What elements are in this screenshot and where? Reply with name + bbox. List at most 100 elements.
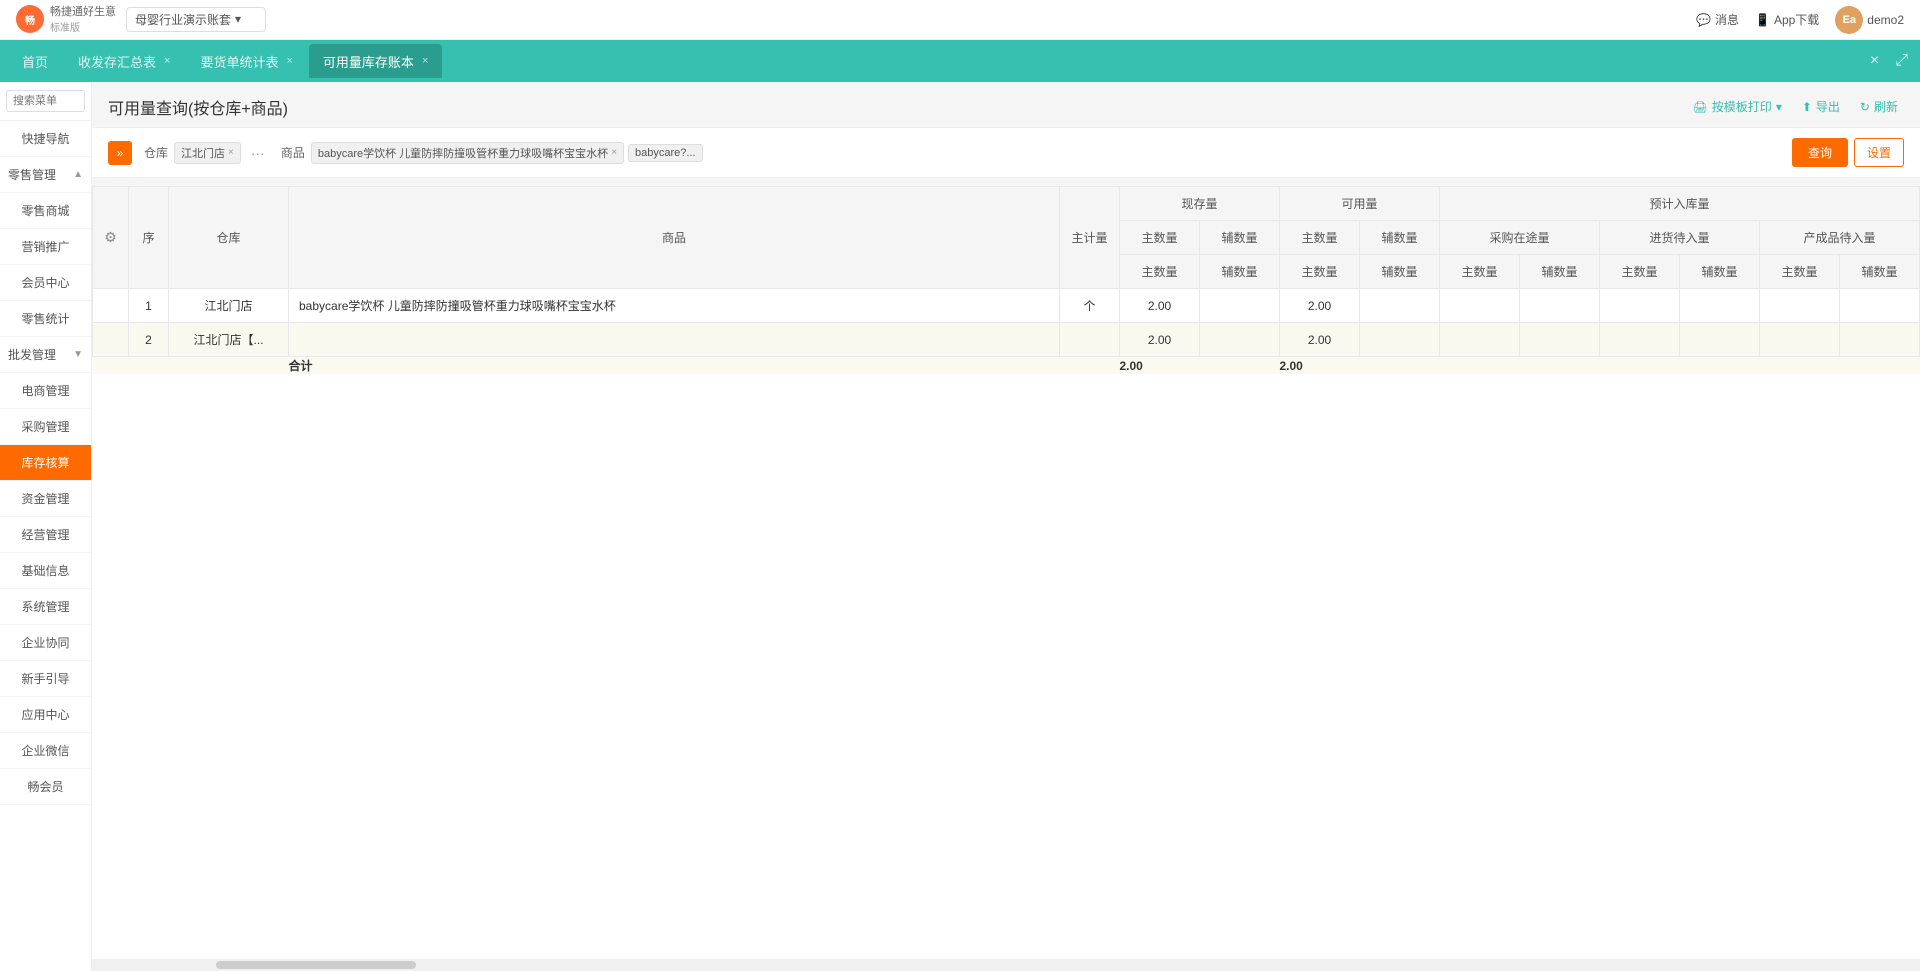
sidebar-item-retail-mgmt[interactable]: 零售管理 ▲ bbox=[0, 157, 91, 193]
sidebar: 快捷导航 零售管理 ▲ 零售商城 营销推广 会员中心 零售统计 批发管理 ▼ 电… bbox=[0, 82, 92, 971]
settings-button[interactable]: 设置 bbox=[1854, 138, 1904, 167]
refresh-icon: ↻ bbox=[1860, 100, 1870, 114]
warehouse-tag-close[interactable]: × bbox=[228, 147, 234, 158]
filter-more-btn[interactable]: ··· bbox=[247, 145, 269, 161]
th-avail-main-qty-2: 主数量 bbox=[1280, 255, 1360, 289]
sidebar-item-enterprise-wx[interactable]: 企业微信 bbox=[0, 733, 91, 769]
logo-text: 畅捷通好生意 标准版 bbox=[50, 5, 116, 34]
tab-order-stat[interactable]: 要货单统计表 × bbox=[186, 44, 306, 78]
page-actions: 🖨 按模板打印 ▾ ⬆ 导出 ↻ 刷新 bbox=[1687, 94, 1904, 119]
message-icon: 💬 bbox=[1696, 13, 1711, 27]
sidebar-item-marketing[interactable]: 营销推广 bbox=[0, 229, 91, 265]
chevron-down-icon: ▾ bbox=[1776, 100, 1782, 114]
th-stock-aux-qty: 辅数量 bbox=[1200, 221, 1280, 255]
app-download-btn[interactable]: 📱 App下载 bbox=[1755, 11, 1819, 28]
close-all-btn[interactable]: × bbox=[1866, 48, 1883, 74]
th-current-stock: 现存量 bbox=[1120, 187, 1280, 221]
table-container: ⚙ 序 仓库 商品 主计量 bbox=[92, 186, 1920, 959]
th-main-unit: 主计量 bbox=[1060, 187, 1120, 289]
row-production-pending-main bbox=[1760, 289, 1840, 323]
tab-available-stock-close[interactable]: × bbox=[422, 55, 428, 67]
sidebar-item-ecommerce[interactable]: 电商管理 bbox=[0, 373, 91, 409]
header-right: 💬 消息 📱 App下载 Ea demo2 bbox=[1696, 6, 1904, 34]
filter-expand-btn[interactable]: » bbox=[108, 141, 132, 165]
sidebar-item-wholesale-mgmt[interactable]: 批发管理 ▼ bbox=[0, 337, 91, 373]
filter-product-group: 商品 babycare学饮杯 儿童防摔防撞吸管杯重力球吸嘴杯宝宝水杯 × bab… bbox=[281, 142, 703, 164]
expand-btn[interactable]: ⤢ bbox=[1891, 48, 1912, 74]
sidebar-item-retail-mall[interactable]: 零售商城 bbox=[0, 193, 91, 229]
th-purchase-pending-aux: 辅数量 bbox=[1680, 255, 1760, 289]
user-area[interactable]: Ea demo2 bbox=[1835, 6, 1904, 34]
sidebar-item-enterprise[interactable]: 企业协同 bbox=[0, 625, 91, 661]
main-layout: 快捷导航 零售管理 ▲ 零售商城 营销推广 会员中心 零售统计 批发管理 ▼ 电… bbox=[0, 82, 1920, 971]
sidebar-item-basic-info[interactable]: 基础信息 bbox=[0, 553, 91, 589]
row-unit: 个 bbox=[1060, 289, 1120, 323]
th-purchase-transit-main: 主数量 bbox=[1440, 255, 1520, 289]
product-tag-0-close[interactable]: × bbox=[611, 147, 617, 158]
sidebar-item-finance[interactable]: 资金管理 bbox=[0, 481, 91, 517]
row-available-main: 2.00 bbox=[1280, 289, 1360, 323]
top-header: 畅 畅捷通好生意 标准版 母婴行业演示账套 ▾ 💬 消息 📱 App下载 Ea … bbox=[0, 0, 1920, 40]
row-stock-aux bbox=[1200, 289, 1280, 323]
row-available-aux bbox=[1360, 289, 1440, 323]
content-area: 可用量查询(按仓库+商品) 🖨 按模板打印 ▾ ⬆ 导出 ↻ 刷新 bbox=[92, 82, 1920, 971]
warehouse-tag-0[interactable]: 江北门店 × bbox=[174, 142, 241, 164]
refresh-btn[interactable]: ↻ 刷新 bbox=[1854, 94, 1904, 119]
gear-icon[interactable]: ⚙ bbox=[104, 229, 117, 245]
print-btn[interactable]: 🖨 按模板打印 ▾ bbox=[1687, 94, 1788, 119]
tab-recv-send-close[interactable]: × bbox=[164, 55, 170, 67]
footer-stock-main: 2.00 bbox=[1120, 357, 1200, 375]
row-purchase-transit-main bbox=[1440, 289, 1520, 323]
th-purchase-pending: 进货待入量 bbox=[1600, 221, 1760, 255]
sidebar-item-member-center[interactable]: 会员中心 bbox=[0, 265, 91, 301]
th-settings[interactable]: ⚙ bbox=[93, 187, 129, 289]
sidebar-item-system[interactable]: 系统管理 bbox=[0, 589, 91, 625]
tenant-selector[interactable]: 母婴行业演示账套 ▾ bbox=[126, 7, 266, 32]
sidebar-item-app-center[interactable]: 应用中心 bbox=[0, 697, 91, 733]
sidebar-item-operations[interactable]: 经营管理 bbox=[0, 517, 91, 553]
sidebar-item-new-guide[interactable]: 新手引导 bbox=[0, 661, 91, 697]
row2-available-main: 2.00 bbox=[1280, 323, 1360, 357]
query-button[interactable]: 查询 bbox=[1792, 138, 1848, 167]
page-header: 可用量查询(按仓库+商品) 🖨 按模板打印 ▾ ⬆ 导出 ↻ 刷新 bbox=[92, 82, 1920, 127]
logo-icon: 畅 bbox=[16, 5, 44, 33]
row-seq: 1 bbox=[129, 289, 169, 323]
th-stock-main-qty: 主数量 bbox=[1120, 221, 1200, 255]
print-icon: 🖨 bbox=[1693, 100, 1708, 114]
th-production-pending: 产成品待入量 bbox=[1760, 221, 1920, 255]
th-purchase-transit-aux: 辅数量 bbox=[1520, 255, 1600, 289]
product-tag-1[interactable]: babycare?... bbox=[628, 144, 703, 162]
tab-home[interactable]: 首页 bbox=[8, 44, 62, 78]
tab-available-stock[interactable]: 可用量库存账本 × bbox=[309, 44, 442, 78]
th-stock-main-qty-2: 主数量 bbox=[1120, 255, 1200, 289]
chevron-icon: ▲ bbox=[73, 169, 83, 180]
row2-production-pending-aux bbox=[1840, 323, 1920, 357]
th-production-pending-main: 主数量 bbox=[1760, 255, 1840, 289]
sidebar-item-vip[interactable]: 畅会员 bbox=[0, 769, 91, 805]
th-product: 商品 bbox=[289, 187, 1060, 289]
message-btn[interactable]: 💬 消息 bbox=[1696, 11, 1739, 28]
nav-tabs-bar: 首页 收发存汇总表 × 要货单统计表 × 可用量库存账本 × × ⤢ bbox=[0, 40, 1920, 82]
sidebar-item-quick-nav[interactable]: 快捷导航 bbox=[0, 121, 91, 157]
product-tag-0[interactable]: babycare学饮杯 儿童防摔防撞吸管杯重力球吸嘴杯宝宝水杯 × bbox=[311, 142, 624, 164]
sidebar-item-inventory[interactable]: 库存核算 bbox=[0, 445, 91, 481]
sidebar-item-purchase[interactable]: 采购管理 bbox=[0, 409, 91, 445]
sidebar-item-retail-stat[interactable]: 零售统计 bbox=[0, 301, 91, 337]
tab-order-stat-close[interactable]: × bbox=[286, 55, 292, 67]
th-production-pending-aux: 辅数量 bbox=[1840, 255, 1920, 289]
search-input[interactable] bbox=[6, 90, 85, 112]
row2-warehouse: 江北门店【... bbox=[169, 323, 289, 357]
row2-product bbox=[289, 323, 1060, 357]
th-available-main-qty: 主数量 bbox=[1280, 221, 1360, 255]
filter-actions: 查询 设置 bbox=[1792, 138, 1904, 167]
row2-settings bbox=[93, 323, 129, 357]
tab-recv-send[interactable]: 收发存汇总表 × bbox=[64, 44, 184, 78]
th-seq: 序 bbox=[129, 187, 169, 289]
filter-bar: » 仓库 江北门店 × ··· 商品 babycare学饮 bbox=[92, 127, 1920, 178]
filter-warehouse-group: 仓库 江北门店 × ··· bbox=[144, 142, 269, 164]
row-stock-main: 2.00 bbox=[1120, 289, 1200, 323]
horizontal-scrollbar[interactable] bbox=[216, 961, 416, 969]
export-btn[interactable]: ⬆ 导出 bbox=[1796, 94, 1846, 119]
row2-unit bbox=[1060, 323, 1120, 357]
row-product: babycare学饮杯 儿童防摔防撞吸管杯重力球吸嘴杯宝宝水杯 bbox=[289, 289, 1060, 323]
